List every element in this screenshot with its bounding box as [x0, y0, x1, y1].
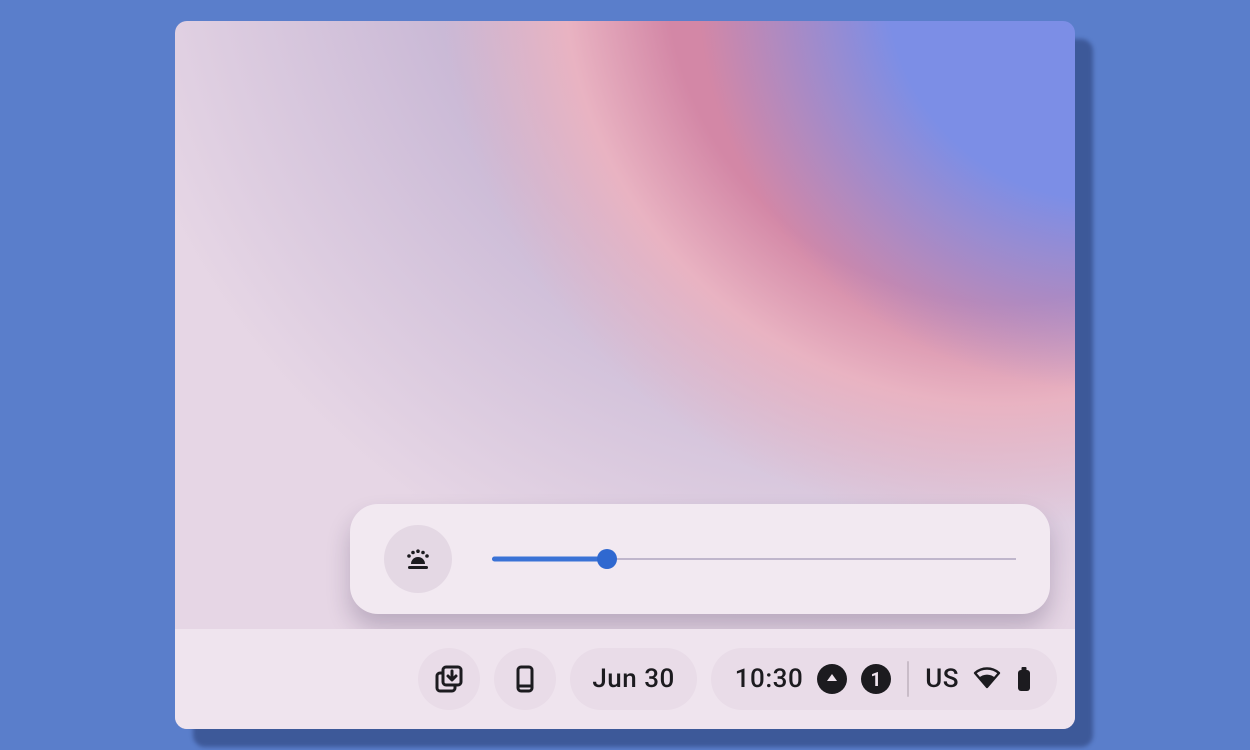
wifi-icon: [973, 665, 1001, 693]
holding-space-button[interactable]: [418, 648, 480, 710]
status-tray[interactable]: 10:30 1 US: [711, 648, 1057, 710]
download-square-icon: [433, 663, 465, 695]
desktop-screenshot: Jun 30 10:30 1 US: [175, 21, 1075, 729]
notification-count-label: 1: [871, 668, 882, 691]
phone-icon: [510, 664, 540, 694]
notification-count-badge: 1: [861, 664, 891, 694]
input-method-label: US: [925, 664, 959, 694]
battery-icon: [1015, 665, 1033, 693]
upload-indicator-icon: [817, 664, 847, 694]
slider-fill: [492, 557, 607, 562]
brightness-popup: [350, 504, 1050, 614]
status-divider: [907, 661, 909, 697]
date-label: Jun 30: [592, 664, 674, 694]
shelf: Jun 30 10:30 1 US: [175, 629, 1075, 729]
brightness-slider[interactable]: [492, 554, 1016, 564]
calendar-button[interactable]: Jun 30: [570, 648, 696, 710]
brightness-toggle-button[interactable]: [384, 525, 452, 593]
phone-hub-button[interactable]: [494, 648, 556, 710]
slider-thumb[interactable]: [597, 549, 617, 569]
time-label: 10:30: [735, 664, 803, 694]
brightness-icon: [398, 539, 438, 579]
